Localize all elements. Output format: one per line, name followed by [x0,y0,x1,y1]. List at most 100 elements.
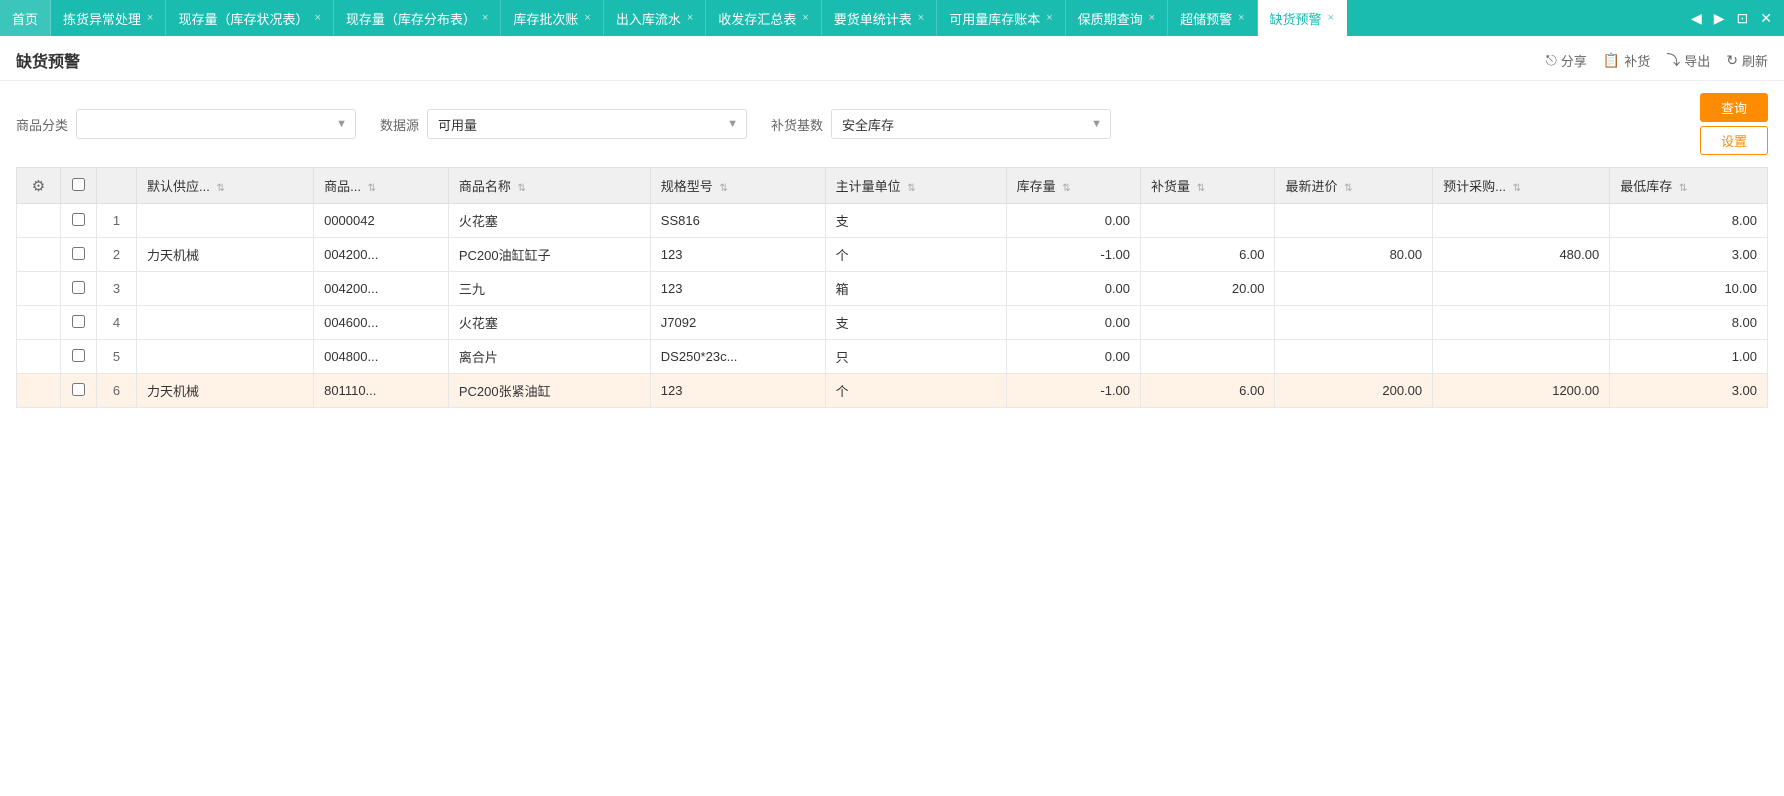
row-checkbox[interactable] [72,383,85,396]
row-checkbox[interactable] [72,281,85,294]
nav-item-picking[interactable]: 拣货异常处理 × [51,0,166,36]
category-arrow-icon: ▼ [336,118,347,130]
data-table: ⚙ 默认供应... ⇅ 商品... ⇅ 商品名称 [16,167,1768,408]
refresh-action[interactable]: ↻ 刷新 [1726,51,1768,70]
row-latest-price: 200.00 [1275,374,1433,408]
row-goods-name: PC200张紧油缸 [448,374,650,408]
gear-icon[interactable]: ⚙ [32,178,45,195]
query-button[interactable]: 查询 [1700,93,1768,122]
row-supplier: 力天机械 [137,238,314,272]
nav-prev-btn[interactable]: ◀ [1687,8,1706,29]
col-header-unit[interactable]: 主计量单位 ⇅ [825,168,1006,204]
row-check[interactable] [61,204,97,238]
nav-bar: 首页 拣货异常处理 × 现存量（库存状况表） × 现存量（库存分布表） × 库存… [0,0,1784,36]
nav-item-summary-close[interactable]: × [802,12,808,24]
col-goods-code-label: 商品... [324,179,361,194]
filter-actions: 查询 设置 [1700,93,1768,155]
refresh-label: 刷新 [1742,51,1768,70]
row-replenish-qty: 20.00 [1141,272,1275,306]
nav-item-stock-status-close[interactable]: × [314,12,320,24]
col-header-goods-name[interactable]: 商品名称 ⇅ [448,168,650,204]
row-check[interactable] [61,272,97,306]
select-all-checkbox[interactable] [72,178,85,191]
row-stock-qty: -1.00 [1006,238,1140,272]
row-index: 5 [97,340,137,374]
row-index: 3 [97,272,137,306]
col-header-gear[interactable]: ⚙ [17,168,61,204]
nav-item-stock-dist-close[interactable]: × [482,12,488,24]
nav-item-picking-close[interactable]: × [147,12,153,24]
setting-button[interactable]: 设置 [1700,126,1768,155]
col-header-check[interactable] [61,168,97,204]
nav-item-batch[interactable]: 库存批次账 × [501,0,603,36]
nav-next-btn[interactable]: ▶ [1710,8,1729,29]
col-header-latest-price[interactable]: 最新进价 ⇅ [1275,168,1433,204]
row-gear [17,340,61,374]
row-check[interactable] [61,306,97,340]
nav-item-expiry-close[interactable]: × [1149,12,1155,24]
replenish-action[interactable]: 📋 补货 [1603,51,1650,70]
row-checkbox[interactable] [72,349,85,362]
replenish-icon: 📋 [1603,52,1620,69]
table-row: 4 004600... 火花塞 J7092 支 0.00 8.00 [17,306,1768,340]
row-index: 1 [97,204,137,238]
nav-close-btn[interactable]: ✕ [1756,8,1776,29]
nav-item-inout[interactable]: 出入库流水 × [604,0,706,36]
nav-item-shortage[interactable]: 缺货预警 × [1258,0,1347,36]
row-check[interactable] [61,238,97,272]
row-index: 6 [97,374,137,408]
row-latest-price: 80.00 [1275,238,1433,272]
datasource-arrow-icon: ▼ [727,118,738,130]
row-goods-name: 火花塞 [448,306,650,340]
nav-restore-btn[interactable]: ⊡ [1733,8,1753,29]
col-header-est-purchase[interactable]: 预计采购... ⇅ [1433,168,1610,204]
col-header-spec[interactable]: 规格型号 ⇅ [650,168,825,204]
row-est-purchase [1433,272,1610,306]
row-latest-price [1275,340,1433,374]
replenish-base-select[interactable]: 安全库存 ▼ [831,109,1111,139]
col-header-min-stock[interactable]: 最低库存 ⇅ [1610,168,1768,204]
nav-item-demand-close[interactable]: × [918,12,924,24]
row-latest-price [1275,306,1433,340]
nav-item-expiry-label: 保质期查询 [1078,9,1143,28]
nav-item-summary[interactable]: 收发存汇总表 × [706,0,821,36]
row-goods-name: 离合片 [448,340,650,374]
nav-item-demand[interactable]: 要货单统计表 × [822,0,937,36]
category-select[interactable]: ▼ [76,109,356,139]
table-wrapper: ⚙ 默认供应... ⇅ 商品... ⇅ 商品名称 [0,167,1784,408]
row-goods-code: 004200... [314,238,449,272]
share-action[interactable]: ⎋ 分享 [1546,51,1587,70]
col-header-goods-code[interactable]: 商品... ⇅ [314,168,449,204]
sort-arrows-min-stock: ⇅ [1679,183,1687,194]
datasource-select[interactable]: 可用量 ▼ [427,109,747,139]
col-stock-qty-label: 库存量 [1017,179,1056,194]
nav-item-batch-close[interactable]: × [584,12,590,24]
row-checkbox[interactable] [72,213,85,226]
nav-item-stock-dist[interactable]: 现存量（库存分布表） × [334,0,501,36]
nav-item-shortage-close[interactable]: × [1328,12,1334,24]
sort-arrows-latest-price: ⇅ [1344,183,1352,194]
row-goods-code: 004600... [314,306,449,340]
col-header-supplier[interactable]: 默认供应... ⇅ [137,168,314,204]
row-replenish-qty: 6.00 [1141,374,1275,408]
nav-item-inout-close[interactable]: × [687,12,693,24]
nav-item-home[interactable]: 首页 [0,0,51,36]
nav-item-available-close[interactable]: × [1046,12,1052,24]
col-header-replenish-qty[interactable]: 补货量 ⇅ [1141,168,1275,204]
row-check[interactable] [61,340,97,374]
nav-item-stock-status[interactable]: 现存量（库存状况表） × [166,0,333,36]
row-goods-code: 004800... [314,340,449,374]
nav-item-available[interactable]: 可用量库存账本 × [937,0,1065,36]
export-action[interactable]: ⤵ 导出 [1666,50,1710,70]
nav-item-overstock[interactable]: 超储预警 × [1168,0,1257,36]
row-goods-name: PC200油缸缸子 [448,238,650,272]
row-min-stock: 10.00 [1610,272,1768,306]
row-checkbox[interactable] [72,247,85,260]
row-supplier [137,306,314,340]
nav-item-overstock-close[interactable]: × [1238,12,1244,24]
nav-item-expiry[interactable]: 保质期查询 × [1066,0,1168,36]
row-check[interactable] [61,374,97,408]
share-icon: ⎋ [1546,52,1557,69]
col-header-stock-qty[interactable]: 库存量 ⇅ [1006,168,1140,204]
row-checkbox[interactable] [72,315,85,328]
